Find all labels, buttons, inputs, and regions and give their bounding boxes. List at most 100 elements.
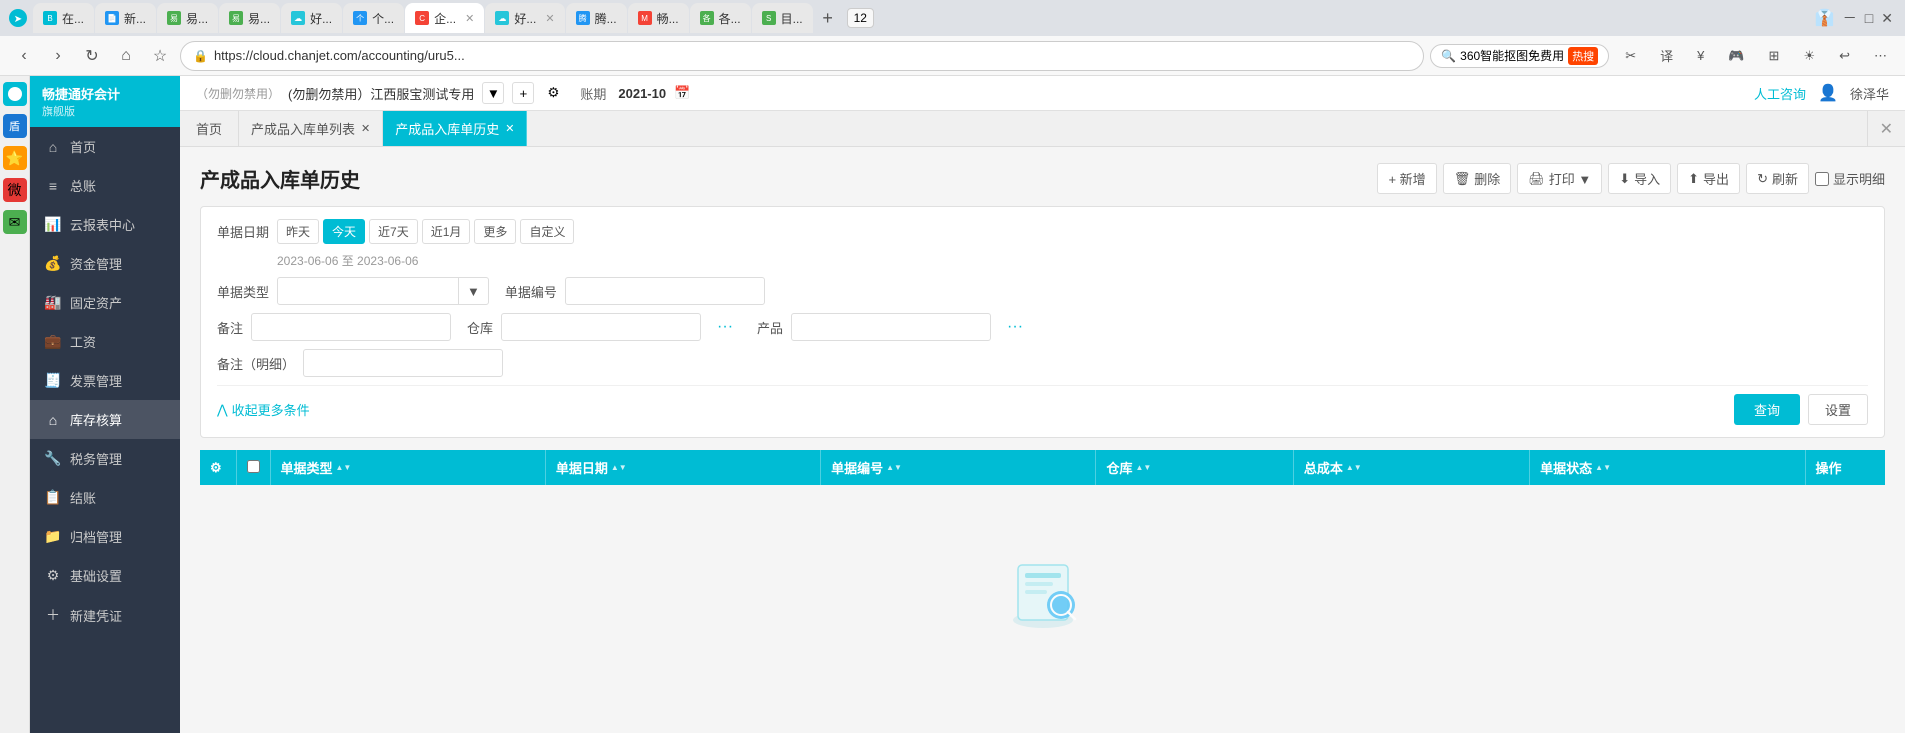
type-dropdown[interactable]: ▼: [277, 277, 489, 305]
icon-sidebar-home[interactable]: [3, 82, 27, 106]
nav-item-capital[interactable]: 💰 资金管理: [30, 244, 180, 283]
home-button[interactable]: ⌂: [112, 42, 140, 70]
select-all-checkbox[interactable]: [247, 460, 260, 473]
remark-detail-input[interactable]: [303, 349, 503, 377]
product-input[interactable]: [791, 313, 991, 341]
th-warehouse[interactable]: 仓库 ▲▼: [1096, 450, 1293, 485]
icon-sidebar-weibo[interactable]: 微: [3, 178, 27, 202]
add-button[interactable]: + 新增: [1377, 163, 1436, 194]
nav-item-archive[interactable]: 📁 归档管理: [30, 517, 180, 556]
browser-tab-5[interactable]: ☁ 好...: [281, 3, 342, 33]
browser-tab-1[interactable]: B 在...: [33, 3, 94, 33]
history-tab-close-icon[interactable]: ✕: [505, 122, 514, 135]
nav-item-checkout[interactable]: 📋 结账: [30, 478, 180, 517]
yuan-tool[interactable]: ¥: [1689, 45, 1712, 66]
nav-item-fixed-assets[interactable]: 🏭 固定资产: [30, 283, 180, 322]
date-more-btn[interactable]: 更多: [474, 219, 516, 244]
breadcrumb-home-tab[interactable]: 首页: [180, 111, 239, 146]
nav-item-ledger[interactable]: ≡ 总账: [30, 166, 180, 205]
browser-tab-4[interactable]: 易 易...: [219, 3, 280, 33]
new-tab-button[interactable]: +: [814, 4, 842, 32]
date-yesterday-btn[interactable]: 昨天: [277, 219, 319, 244]
remark-input[interactable]: [251, 313, 451, 341]
scissors-tool[interactable]: ✂: [1617, 45, 1644, 67]
add-company-button[interactable]: +: [512, 82, 534, 104]
date-today-btn[interactable]: 今天: [323, 219, 365, 244]
tab-8-close-icon[interactable]: ✕: [545, 12, 554, 25]
date-custom-btn[interactable]: 自定义: [520, 219, 574, 244]
back2-tool[interactable]: ↩: [1831, 45, 1858, 67]
browser-tab-6[interactable]: 个 个...: [343, 3, 404, 33]
browser-tab-7[interactable]: C 企... ✕: [405, 3, 484, 33]
refresh-button[interactable]: ↻: [78, 42, 106, 70]
tab-count[interactable]: 12: [847, 8, 874, 28]
product-dots[interactable]: ···: [999, 318, 1031, 336]
translate-tool[interactable]: 译: [1652, 43, 1681, 68]
import-button[interactable]: ⬇ 导入: [1608, 163, 1671, 194]
forward-button[interactable]: ›: [44, 42, 72, 70]
th-gear[interactable]: ⚙: [200, 450, 236, 485]
type-dropdown-input[interactable]: [278, 280, 458, 303]
delete-button[interactable]: 🗑 🗑 删除 删除: [1443, 163, 1512, 194]
export-button[interactable]: ⬆ 导出: [1677, 163, 1740, 194]
game-tool[interactable]: 🎮: [1720, 45, 1752, 67]
settings-button[interactable]: ⚙: [542, 82, 564, 104]
icon-sidebar-mail[interactable]: ✉: [3, 210, 27, 234]
date-1month-btn[interactable]: 近1月: [422, 219, 471, 244]
list-tab-close-icon[interactable]: ✕: [361, 122, 370, 135]
show-detail-checkbox[interactable]: [1815, 172, 1829, 186]
browser-tab-3[interactable]: 易 易...: [157, 3, 218, 33]
nav-item-inventory[interactable]: ⌂ 库存核算: [30, 400, 180, 439]
show-detail-toggle[interactable]: 显示明细: [1815, 169, 1885, 188]
search-bar-360[interactable]: 🔍 360智能抠图免费用 热搜: [1430, 44, 1609, 68]
date-7days-btn[interactable]: 近7天: [369, 219, 418, 244]
grid-tool[interactable]: ⊞: [1761, 45, 1788, 67]
nav-item-home[interactable]: ⌂ 首页: [30, 127, 180, 166]
back-button[interactable]: ‹: [10, 42, 38, 70]
nav-item-salary[interactable]: 💼 工资: [30, 322, 180, 361]
type-dropdown-arrow-icon[interactable]: ▼: [458, 278, 488, 304]
breadcrumb-history-tab[interactable]: 产成品入库单历史 ✕: [383, 111, 527, 146]
browser-tab-8[interactable]: ☁ 好... ✕: [485, 3, 564, 33]
th-type[interactable]: 单据类型 ▲▼: [270, 450, 545, 485]
company-dropdown-button[interactable]: ▼: [482, 82, 504, 104]
browser-tab-9[interactable]: 腾 腾...: [566, 3, 627, 33]
close-all-icon[interactable]: ✕: [1880, 119, 1893, 139]
th-date[interactable]: 单据日期 ▲▼: [545, 450, 820, 485]
nav-item-tax[interactable]: 🔧 税务管理: [30, 439, 180, 478]
search-settings-button[interactable]: 设置: [1808, 394, 1868, 425]
collapse-btn[interactable]: ⋀ 收起更多条件: [217, 400, 310, 419]
icon-sidebar-shield[interactable]: 盾: [3, 114, 27, 138]
nav-item-basic[interactable]: ⚙ 基础设置: [30, 556, 180, 595]
nav-item-cloud-report[interactable]: 📊 云报表中心: [30, 205, 180, 244]
calendar-icon[interactable]: 📅: [674, 85, 690, 101]
warehouse-dots[interactable]: ···: [709, 318, 741, 336]
tab-7-close-icon[interactable]: ✕: [465, 12, 474, 25]
th-number[interactable]: 单据编号 ▲▼: [821, 450, 1096, 485]
browser-tab-2[interactable]: 📄 新...: [95, 3, 156, 33]
number-input[interactable]: [565, 277, 765, 305]
user-service-link[interactable]: 人工咨询: [1754, 84, 1806, 103]
more-tool[interactable]: ⋯: [1866, 45, 1895, 67]
nav-item-new-bill[interactable]: ＋ 新建凭证: [30, 595, 180, 635]
bookmark-button[interactable]: ☆: [146, 42, 174, 70]
nav-item-invoice[interactable]: 🧾 发票管理: [30, 361, 180, 400]
maximize-button[interactable]: □: [1865, 10, 1873, 26]
query-button[interactable]: 查询: [1734, 394, 1800, 425]
browser-tab-12[interactable]: S 目...: [752, 3, 813, 33]
minimize-button[interactable]: －: [1843, 8, 1857, 28]
refresh-button[interactable]: ↻ 刷新: [1746, 163, 1809, 194]
type-label: 单据类型: [217, 282, 269, 301]
icon-sidebar-star[interactable]: ⭐: [3, 146, 27, 170]
browser-tab-10[interactable]: M 畅...: [628, 3, 689, 33]
print-button[interactable]: 🖨 打印 ▼: [1517, 163, 1602, 194]
th-check[interactable]: [236, 450, 270, 485]
address-input-wrap[interactable]: 🔒 https://cloud.chanjet.com/accounting/u…: [180, 41, 1424, 71]
browser-tab-11[interactable]: 各 各...: [690, 3, 751, 33]
warehouse-input[interactable]: [501, 313, 701, 341]
close-window-button[interactable]: ✕: [1881, 10, 1893, 27]
th-total-cost[interactable]: 总成本 ▲▼: [1293, 450, 1529, 485]
theme-tool[interactable]: ☀: [1795, 45, 1823, 67]
th-status[interactable]: 单据状态 ▲▼: [1530, 450, 1805, 485]
breadcrumb-list-tab[interactable]: 产成品入库单列表 ✕: [239, 111, 383, 146]
